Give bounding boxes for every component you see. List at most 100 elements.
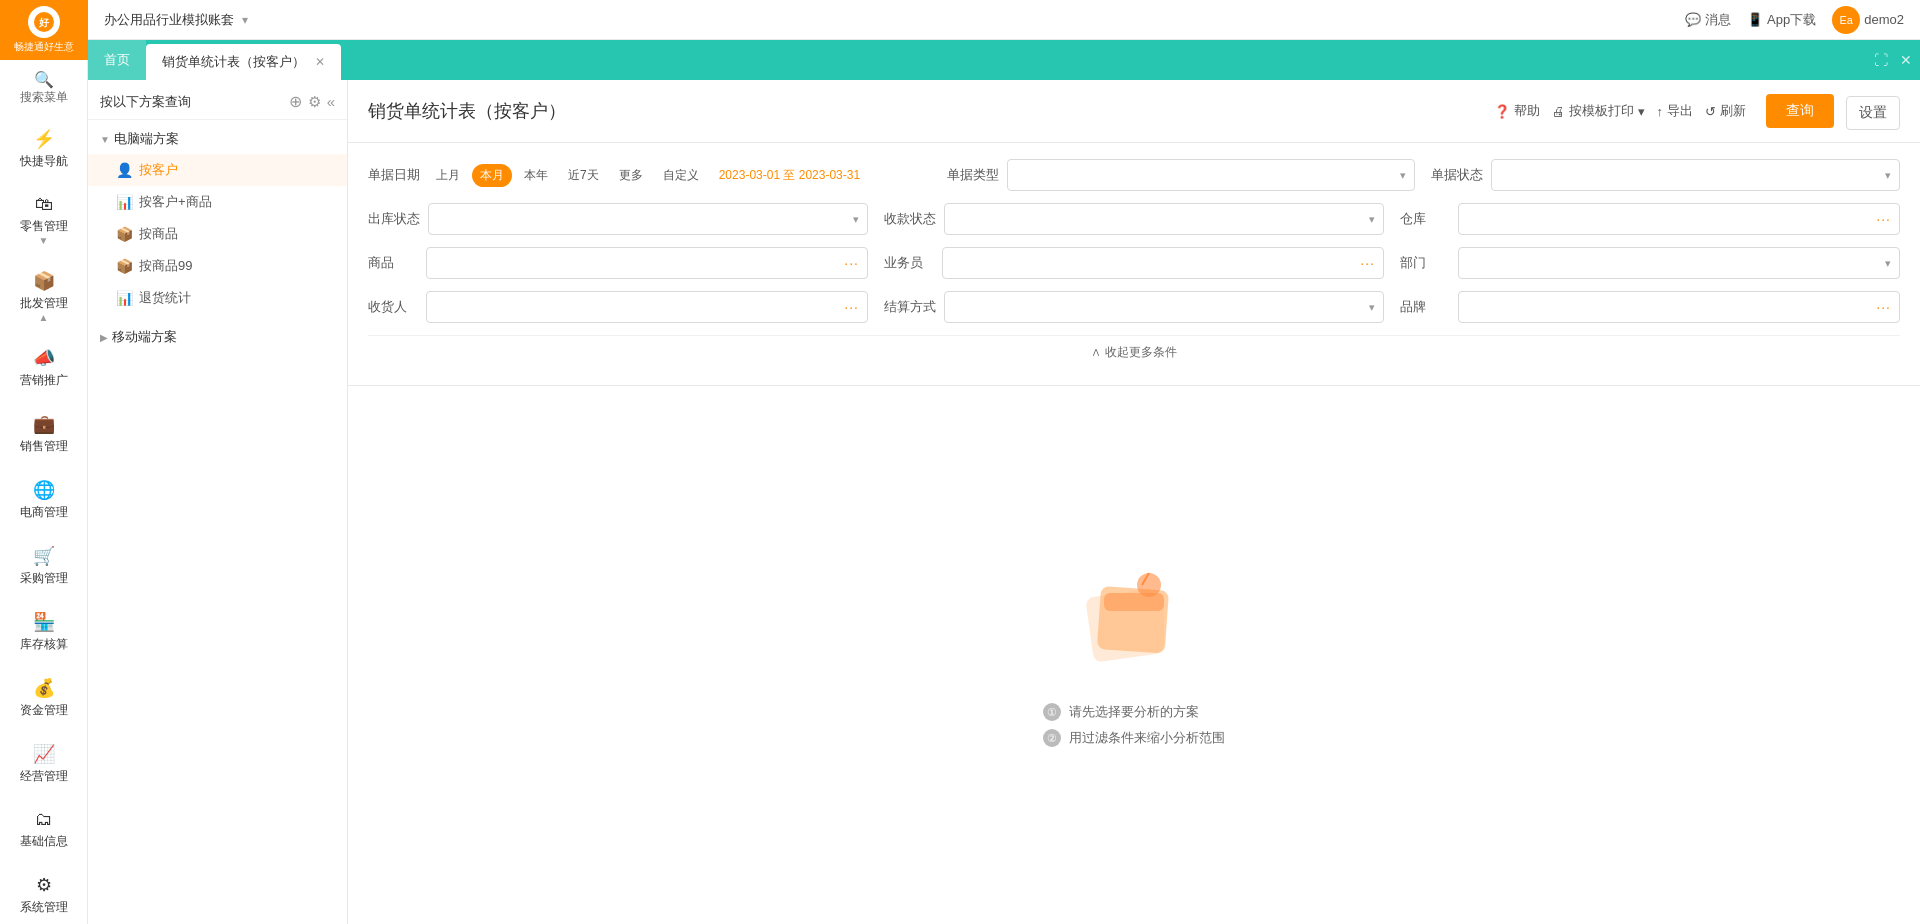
- date-btn-7days[interactable]: 近7天: [560, 164, 607, 187]
- export-label: 导出: [1667, 102, 1693, 120]
- add-scheme-btn[interactable]: ⊕: [289, 92, 302, 111]
- print-label: 按模板打印: [1569, 102, 1634, 120]
- hint-text-2: 用过滤条件来缩小分析范围: [1069, 729, 1225, 747]
- sidebar: 好 畅捷通好生意 🔍 搜索菜单 ⚡ 快捷导航 🛍 零售管理 ▼ 📦 批发管理 ▲…: [0, 0, 88, 924]
- operation-icon: 📈: [33, 743, 55, 765]
- user-area[interactable]: Ea demo2: [1832, 6, 1904, 34]
- print-btn[interactable]: 🖨 按模板打印 ▾: [1552, 102, 1645, 120]
- tab-home[interactable]: 首页: [88, 40, 146, 80]
- inventory-label: 库存核算: [20, 636, 68, 653]
- help-btn[interactable]: ❓ 帮助: [1494, 102, 1540, 120]
- system-label: 系统管理: [20, 899, 68, 916]
- product-filter: 商品 ···: [368, 247, 868, 279]
- warehouse-label: 仓库: [1400, 210, 1450, 228]
- scheme-item-by-product-99[interactable]: 📦 按商品99: [88, 250, 347, 282]
- filter-row-4: 收货人 ··· 结算方式 ▾ 品牌: [368, 291, 1900, 323]
- scheme-item-return-stat[interactable]: 📊 退货统计: [88, 282, 347, 314]
- message-icon: 💬: [1685, 12, 1701, 27]
- export-icon: ↑: [1657, 104, 1664, 119]
- content-area: 按以下方案查询 ⊕ ⚙ « ▼ 电脑端方案 👤 按客户 📊: [88, 80, 1920, 924]
- sidebar-item-purchase[interactable]: 🛒 采购管理: [0, 533, 87, 599]
- out-status-label: 出库状态: [368, 210, 420, 228]
- sidebar-item-sales[interactable]: 💼 销售管理: [0, 401, 87, 467]
- order-status-control[interactable]: ▾: [1491, 159, 1900, 191]
- by-customer-product-label: 按客户+商品: [139, 193, 212, 211]
- search-menu[interactable]: 🔍 搜索菜单: [0, 60, 87, 116]
- collapse-scheme-btn[interactable]: «: [327, 93, 335, 110]
- department-control[interactable]: ▾: [1458, 247, 1900, 279]
- scheme-group-mobile-header[interactable]: ▶ 移动端方案: [88, 322, 347, 352]
- by-product-icon: 📦: [116, 226, 133, 242]
- receipt-status-control[interactable]: ▾: [944, 203, 1384, 235]
- date-btn-this-year[interactable]: 本年: [516, 164, 556, 187]
- sales-icon: 💼: [33, 413, 55, 435]
- tab-sales-stat[interactable]: 销货单统计表（按客户） ✕: [146, 44, 341, 80]
- logo[interactable]: 好 畅捷通好生意: [0, 0, 88, 60]
- filter-area: 单据日期 上月 本月 本年 近7天 更多 自定义 2023-03-01 至 20…: [348, 143, 1920, 386]
- sidebar-item-inventory[interactable]: 🏪 库存核算: [0, 599, 87, 665]
- search-label: 搜索菜单: [0, 89, 87, 106]
- sidebar-item-marketing[interactable]: 📣 营销推广: [0, 335, 87, 401]
- wholesale-icon: 📦: [33, 270, 55, 292]
- setting-btn[interactable]: 设置: [1846, 96, 1900, 130]
- svg-point-6: [1137, 573, 1161, 597]
- date-btn-custom[interactable]: 自定义: [655, 164, 707, 187]
- scheme-group-pc: ▼ 电脑端方案 👤 按客户 📊 按客户+商品 📦 按商品 📦 按商品: [88, 120, 347, 318]
- date-btn-last-month[interactable]: 上月: [428, 164, 468, 187]
- search-btn[interactable]: 查询: [1766, 94, 1834, 128]
- salesperson-dots: ···: [1360, 255, 1375, 271]
- brand-control[interactable]: ···: [1458, 291, 1900, 323]
- tab-sales-stat-label: 销货单统计表（按客户）: [162, 53, 305, 71]
- sidebar-item-ecom[interactable]: 🌐 电商管理: [0, 467, 87, 533]
- receipt-status-filter: 收款状态 ▾: [884, 203, 1384, 235]
- scheme-item-by-customer[interactable]: 👤 按客户: [88, 154, 347, 186]
- salesperson-control[interactable]: ···: [942, 247, 1384, 279]
- scheme-item-by-customer-product[interactable]: 📊 按客户+商品: [88, 186, 347, 218]
- breadcrumb-dropdown[interactable]: ▾: [242, 13, 248, 27]
- scheme-group-pc-header[interactable]: ▼ 电脑端方案: [88, 124, 347, 154]
- receipt-status-arrow: ▾: [1369, 213, 1375, 226]
- header-left: 办公用品行业模拟账套 ▾: [104, 11, 248, 29]
- product-label: 商品: [368, 254, 418, 272]
- filter-row-3: 商品 ··· 业务员 ··· 部门: [368, 247, 1900, 279]
- department-arrow: ▾: [1885, 257, 1891, 270]
- tab-bar: 首页 销货单统计表（按客户） ✕ ⛶ ✕: [88, 40, 1920, 80]
- sidebar-item-wholesale[interactable]: 📦 批发管理 ▲: [0, 258, 87, 335]
- sidebar-item-operation[interactable]: 📈 经营管理: [0, 731, 87, 797]
- top-header: 办公用品行业模拟账套 ▾ 💬 消息 📱 App下载 Ea demo2: [88, 0, 1920, 40]
- empty-illustration: [1074, 563, 1194, 683]
- message-label: 消息: [1705, 11, 1731, 29]
- product-control[interactable]: ···: [426, 247, 868, 279]
- out-status-control[interactable]: ▾: [428, 203, 868, 235]
- sidebar-item-retail[interactable]: 🛍 零售管理 ▼: [0, 182, 87, 258]
- sidebar-item-finance[interactable]: 💰 资金管理: [0, 665, 87, 731]
- mobile-group-label: 移动端方案: [112, 328, 177, 346]
- scheme-item-by-product[interactable]: 📦 按商品: [88, 218, 347, 250]
- order-type-control[interactable]: ▾: [1007, 159, 1416, 191]
- warehouse-control[interactable]: ···: [1458, 203, 1900, 235]
- date-btn-more[interactable]: 更多: [611, 164, 651, 187]
- print-dropdown-icon: ▾: [1638, 104, 1645, 119]
- tab-close-icon[interactable]: ✕: [315, 55, 325, 69]
- settlement-control[interactable]: ▾: [944, 291, 1384, 323]
- edit-scheme-btn[interactable]: ⚙: [308, 93, 321, 111]
- tab-maximize-btn[interactable]: ⛶ ✕: [1874, 52, 1912, 68]
- shortcut-label: 快捷导航: [20, 153, 68, 170]
- refresh-btn[interactable]: ↺ 刷新: [1705, 102, 1746, 120]
- date-btn-this-month[interactable]: 本月: [472, 164, 512, 187]
- sidebar-item-basic[interactable]: 🗂 基础信息: [0, 797, 87, 862]
- salesperson-filter: 业务员 ···: [884, 247, 1384, 279]
- system-icon: ⚙: [36, 874, 52, 896]
- collapse-filters-btn[interactable]: ∧ 收起更多条件: [368, 335, 1900, 369]
- message-btn[interactable]: 💬 消息: [1685, 11, 1731, 29]
- date-range-display[interactable]: 2023-03-01 至 2023-03-31: [719, 167, 860, 184]
- sidebar-item-shortcut[interactable]: ⚡ 快捷导航: [0, 116, 87, 182]
- export-btn[interactable]: ↑ 导出: [1657, 102, 1694, 120]
- receiver-control[interactable]: ···: [426, 291, 868, 323]
- hint-num-1: ①: [1043, 703, 1061, 721]
- app-download-btn[interactable]: 📱 App下载: [1747, 11, 1816, 29]
- nav-menu: ⚡ 快捷导航 🛍 零售管理 ▼ 📦 批发管理 ▲ 📣 营销推广 💼 销售管理 🌐…: [0, 116, 87, 924]
- order-status-label: 单据状态: [1431, 166, 1483, 184]
- warehouse-filter: 仓库 ···: [1400, 203, 1900, 235]
- sidebar-item-system[interactable]: ⚙ 系统管理: [0, 862, 87, 924]
